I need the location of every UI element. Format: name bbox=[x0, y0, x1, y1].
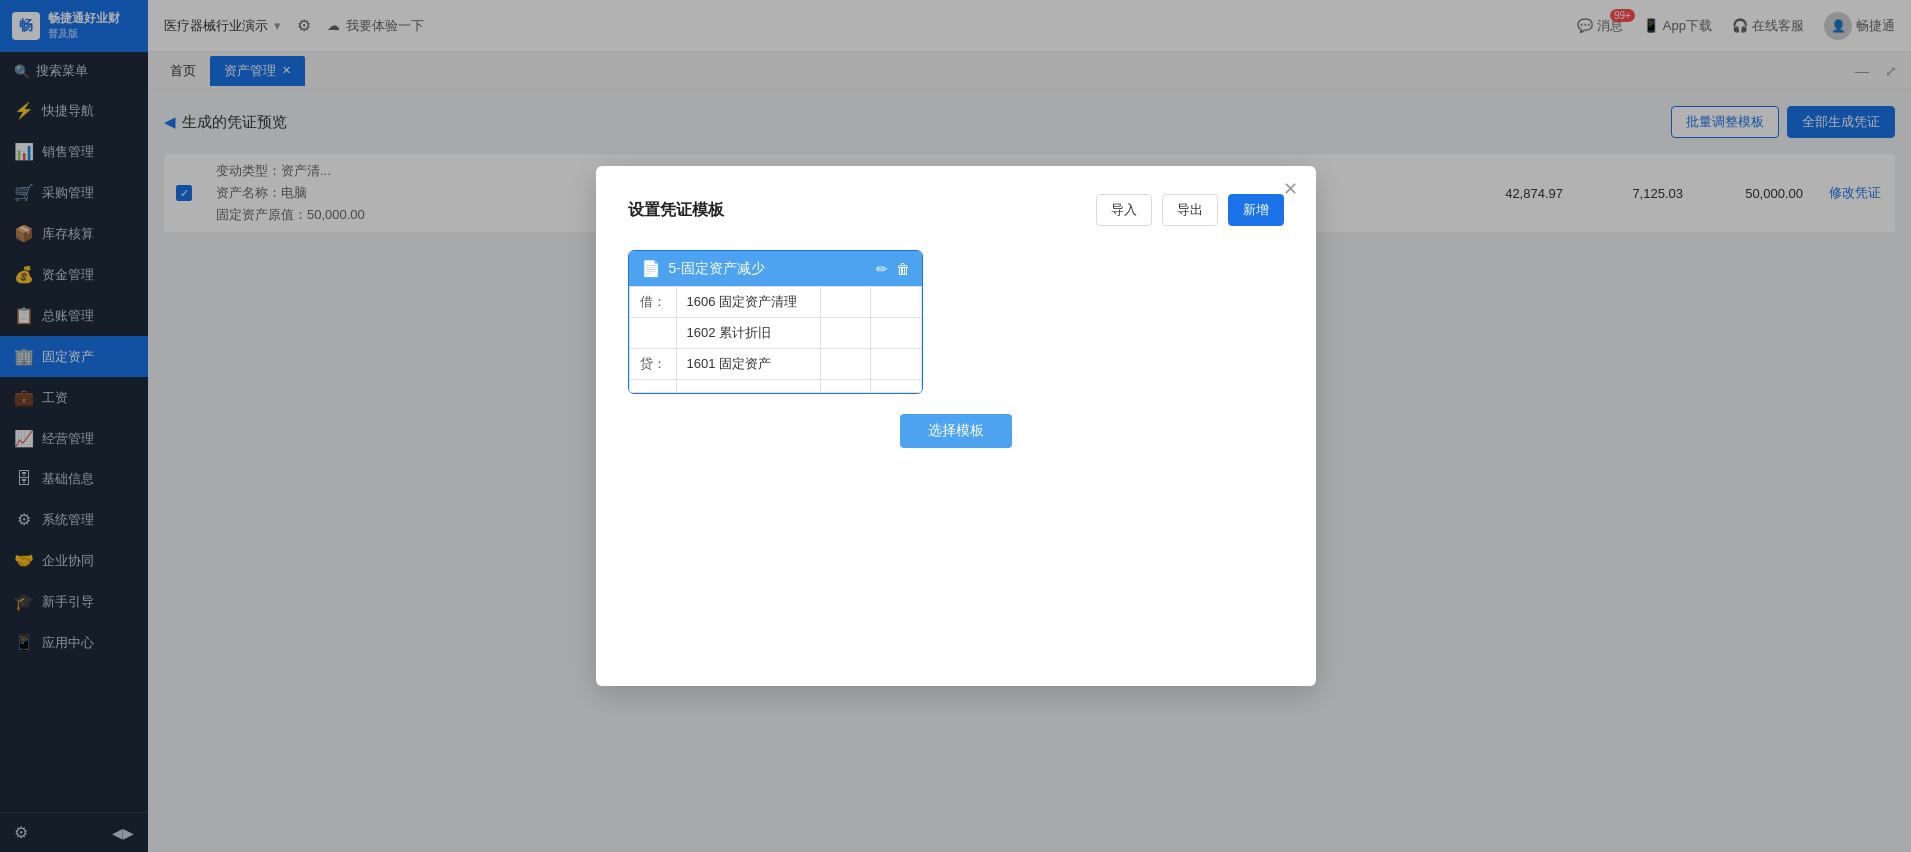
debit-account-1: 1606 固定资产清理 bbox=[676, 287, 820, 318]
debit-credit-2 bbox=[871, 318, 921, 349]
select-template-button[interactable]: 选择模板 bbox=[900, 414, 1012, 448]
debit-credit-1 bbox=[871, 287, 921, 318]
import-button[interactable]: 导入 bbox=[1096, 194, 1152, 226]
credit-account-2 bbox=[676, 380, 820, 393]
template-delete-icon[interactable]: 🗑 bbox=[896, 261, 910, 277]
template-table: 借： 1606 固定资产清理 1602 累计折旧 贷： bbox=[629, 286, 922, 393]
template-card: 📄 5-固定资产减少 ✏ 🗑 借： 1606 固定资产清理 bbox=[628, 250, 923, 394]
modal-title: 设置凭证模板 bbox=[628, 200, 724, 221]
template-doc-icon: 📄 bbox=[641, 259, 661, 278]
debit-label-1: 借： bbox=[629, 287, 676, 318]
debit-amount-1 bbox=[820, 287, 870, 318]
credit-label-1: 贷： bbox=[629, 349, 676, 380]
credit-account-1: 1601 固定资产 bbox=[676, 349, 820, 380]
credit-amount-2 bbox=[820, 380, 870, 393]
template-row-debit2: 1602 累计折旧 bbox=[629, 318, 921, 349]
set-voucher-template-modal: ✕ 设置凭证模板 导入 导出 新增 📄 5-固定资产减少 ✏ 🗑 bbox=[596, 166, 1316, 686]
template-edit-icon[interactable]: ✏ bbox=[876, 261, 888, 277]
credit-amount-1 bbox=[820, 349, 870, 380]
template-row-credit1: 贷： 1601 固定资产 bbox=[629, 349, 921, 380]
new-template-button[interactable]: 新增 bbox=[1228, 194, 1284, 226]
credit-label-2 bbox=[629, 380, 676, 393]
template-row-debit1: 借： 1606 固定资产清理 bbox=[629, 287, 921, 318]
template-row-credit2 bbox=[629, 380, 921, 393]
debit-amount-2 bbox=[820, 318, 870, 349]
export-button[interactable]: 导出 bbox=[1162, 194, 1218, 226]
modal-header-actions: 导入 导出 新增 bbox=[1096, 194, 1284, 226]
debit-account-2: 1602 累计折旧 bbox=[676, 318, 820, 349]
template-name: 5-固定资产减少 bbox=[669, 260, 765, 278]
modal-close-button[interactable]: ✕ bbox=[1283, 180, 1298, 198]
modal-header: 设置凭证模板 导入 导出 新增 bbox=[628, 194, 1284, 226]
modal-overlay: ✕ 设置凭证模板 导入 导出 新增 📄 5-固定资产减少 ✏ 🗑 bbox=[0, 0, 1911, 852]
template-card-actions: ✏ 🗑 bbox=[876, 261, 910, 277]
debit-label-2 bbox=[629, 318, 676, 349]
credit-credit-1 bbox=[871, 349, 921, 380]
template-card-body: 借： 1606 固定资产清理 1602 累计折旧 贷： bbox=[629, 286, 922, 393]
template-card-header: 📄 5-固定资产减少 ✏ 🗑 bbox=[629, 251, 922, 286]
credit-credit-2 bbox=[871, 380, 921, 393]
